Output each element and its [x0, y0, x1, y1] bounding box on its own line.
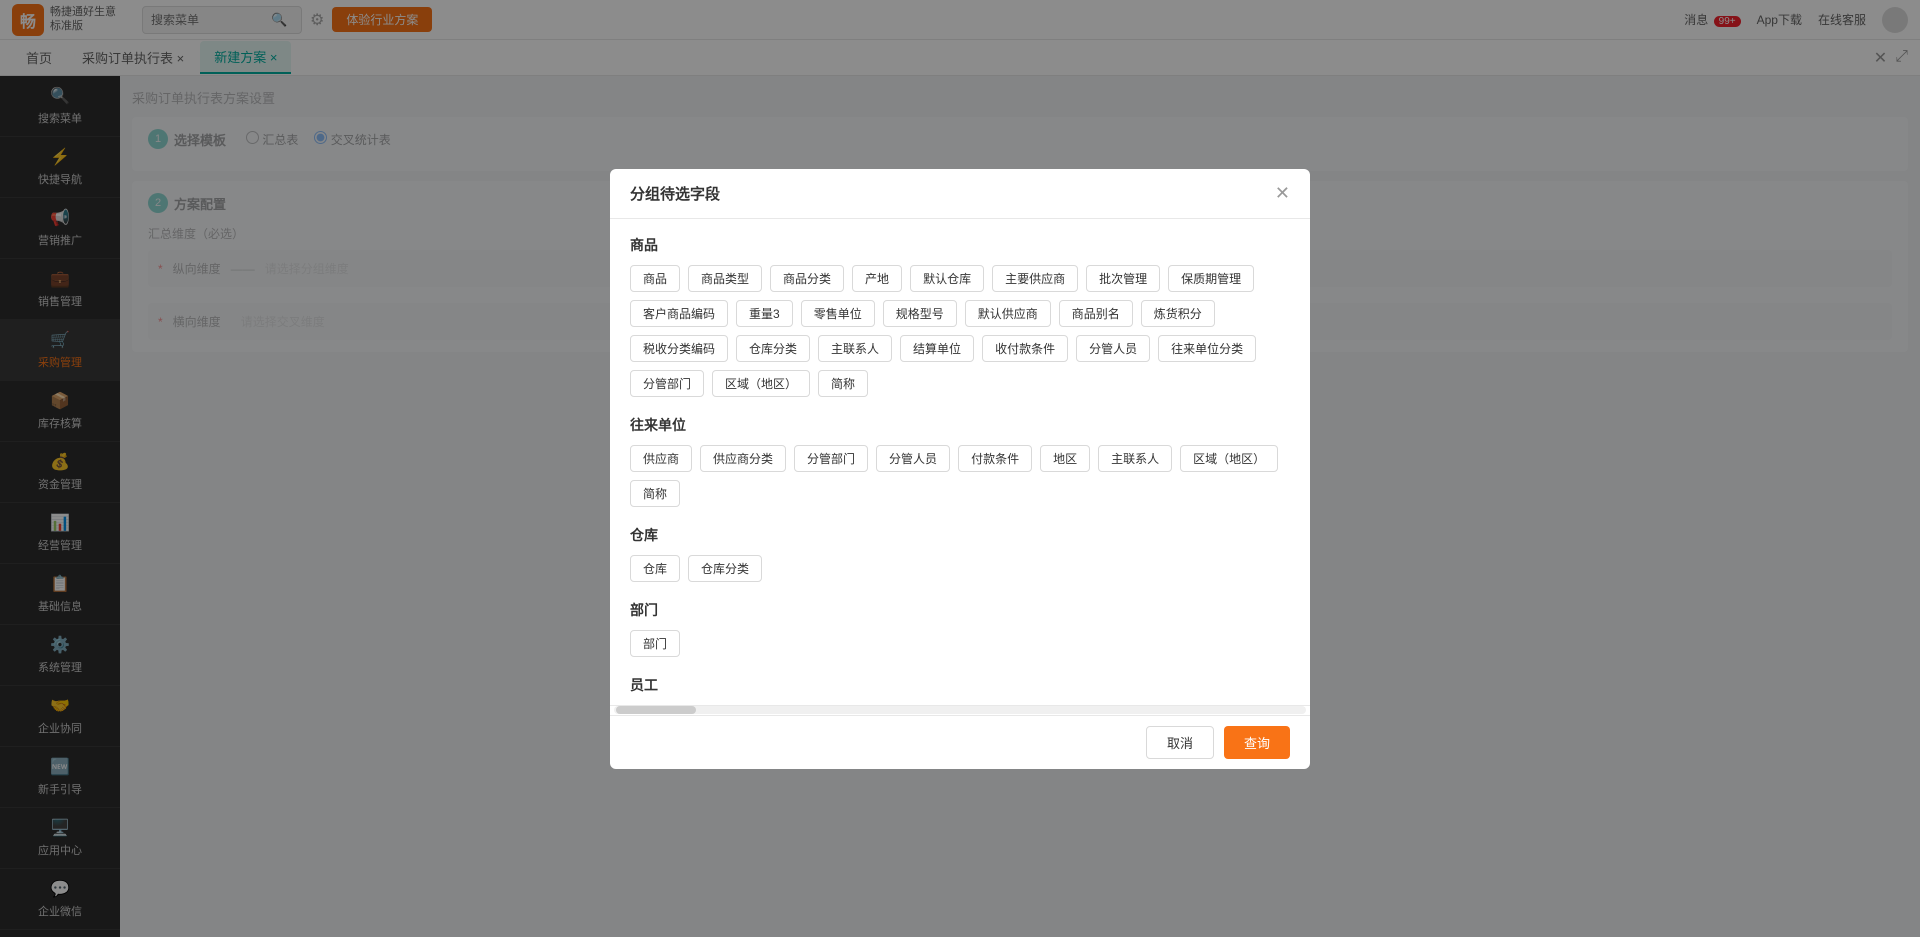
chip-default-warehouse[interactable]: 默认仓库 [910, 265, 984, 292]
chip-default-supplier[interactable]: 默认供应商 [965, 300, 1051, 327]
modal-footer: 取消 查询 [610, 715, 1310, 769]
partner-chips: 供应商 供应商分类 分管部门 分管人员 付款条件 地区 主联系人 区域（地区） … [630, 445, 1290, 507]
modal-overlay: 分组待选字段 ✕ 商品 商品 商品类型 商品分类 产地 默认仓库 主要供应商 批… [0, 0, 1920, 937]
hscroll-thumb[interactable] [616, 706, 696, 714]
chip-main-contact[interactable]: 主联系人 [818, 335, 892, 362]
chip-department[interactable]: 部门 [630, 630, 680, 657]
chip-polish-score[interactable]: 炼货积分 [1141, 300, 1215, 327]
confirm-button[interactable]: 查询 [1224, 726, 1290, 759]
modal-hscroll[interactable] [610, 705, 1310, 714]
chip-goods-alias[interactable]: 商品别名 [1059, 300, 1133, 327]
field-selection-modal: 分组待选字段 ✕ 商品 商品 商品类型 商品分类 产地 默认仓库 主要供应商 批… [610, 169, 1310, 769]
modal-close-btn[interactable]: ✕ [1275, 184, 1290, 202]
section-partner-title: 往来单位 [630, 415, 1290, 435]
section-employee-title: 员工 [630, 675, 1290, 695]
chip-shelf-life[interactable]: 保质期管理 [1168, 265, 1254, 292]
goods-chips: 商品 商品类型 商品分类 产地 默认仓库 主要供应商 批次管理 保质期管理 客户… [630, 265, 1290, 397]
chip-goods[interactable]: 商品 [630, 265, 680, 292]
section-warehouse: 仓库 仓库 仓库分类 [630, 525, 1290, 582]
section-dept: 部门 部门 [630, 600, 1290, 657]
chip-supplier[interactable]: 供应商 [630, 445, 692, 472]
chip-main-contact2[interactable]: 主联系人 [1098, 445, 1172, 472]
section-partner: 往来单位 供应商 供应商分类 分管部门 分管人员 付款条件 地区 主联系人 区域… [630, 415, 1290, 507]
chip-customer-code[interactable]: 客户商品编码 [630, 300, 728, 327]
chip-payment-cond[interactable]: 付款条件 [958, 445, 1032, 472]
chip-warehouse-category[interactable]: 仓库分类 [736, 335, 810, 362]
chip-partner-category[interactable]: 往来单位分类 [1158, 335, 1256, 362]
chip-origin[interactable]: 产地 [852, 265, 902, 292]
modal-header: 分组待选字段 ✕ [610, 169, 1310, 219]
modal-body: 商品 商品 商品类型 商品分类 产地 默认仓库 主要供应商 批次管理 保质期管理… [610, 219, 1310, 706]
section-goods-title: 商品 [630, 235, 1290, 255]
section-warehouse-title: 仓库 [630, 525, 1290, 545]
warehouse-chips: 仓库 仓库分类 [630, 555, 1290, 582]
section-employee: 员工 业务员 [630, 675, 1290, 706]
chip-goods-type[interactable]: 商品类型 [688, 265, 762, 292]
dept-chips: 部门 [630, 630, 1290, 657]
chip-warehouse-type[interactable]: 仓库分类 [688, 555, 762, 582]
cancel-button[interactable]: 取消 [1146, 726, 1214, 759]
chip-retail-unit[interactable]: 零售单位 [801, 300, 875, 327]
chip-settlement-unit[interactable]: 结算单位 [900, 335, 974, 362]
chip-main-supplier[interactable]: 主要供应商 [992, 265, 1078, 292]
chip-warehouse[interactable]: 仓库 [630, 555, 680, 582]
chip-spec-model[interactable]: 规格型号 [883, 300, 957, 327]
chip-dept[interactable]: 分管部门 [794, 445, 868, 472]
chip-batch-mgmt[interactable]: 批次管理 [1086, 265, 1160, 292]
chip-tax-code[interactable]: 税收分类编码 [630, 335, 728, 362]
chip-region[interactable]: 区域（地区） [712, 370, 810, 397]
chip-area[interactable]: 地区 [1040, 445, 1090, 472]
chip-person[interactable]: 分管人员 [876, 445, 950, 472]
chip-abbr[interactable]: 简称 [630, 480, 680, 507]
chip-dept-mgmt[interactable]: 分管部门 [630, 370, 704, 397]
chip-goods-category[interactable]: 商品分类 [770, 265, 844, 292]
chip-supervisor[interactable]: 分管人员 [1076, 335, 1150, 362]
section-goods: 商品 商品 商品类型 商品分类 产地 默认仓库 主要供应商 批次管理 保质期管理… [630, 235, 1290, 397]
chip-region2[interactable]: 区域（地区） [1180, 445, 1278, 472]
chip-short-name[interactable]: 简称 [818, 370, 868, 397]
section-dept-title: 部门 [630, 600, 1290, 620]
chip-payment-terms[interactable]: 收付款条件 [982, 335, 1068, 362]
chip-weight[interactable]: 重量3 [736, 300, 793, 327]
modal-title: 分组待选字段 [630, 183, 720, 204]
chip-supplier-category[interactable]: 供应商分类 [700, 445, 786, 472]
